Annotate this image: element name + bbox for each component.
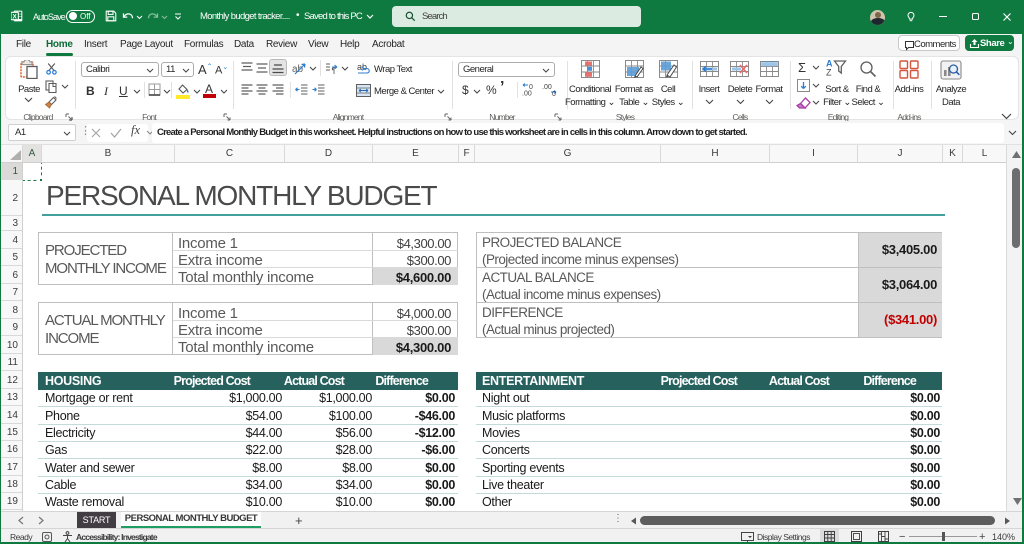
svg-text:ab: ab xyxy=(292,64,304,75)
svg-text:¶: ¶ xyxy=(332,67,336,75)
svg-text:.00: .00 xyxy=(542,84,552,91)
svg-text:Z: Z xyxy=(826,68,832,78)
svg-text:.00: .00 xyxy=(522,91,532,97)
